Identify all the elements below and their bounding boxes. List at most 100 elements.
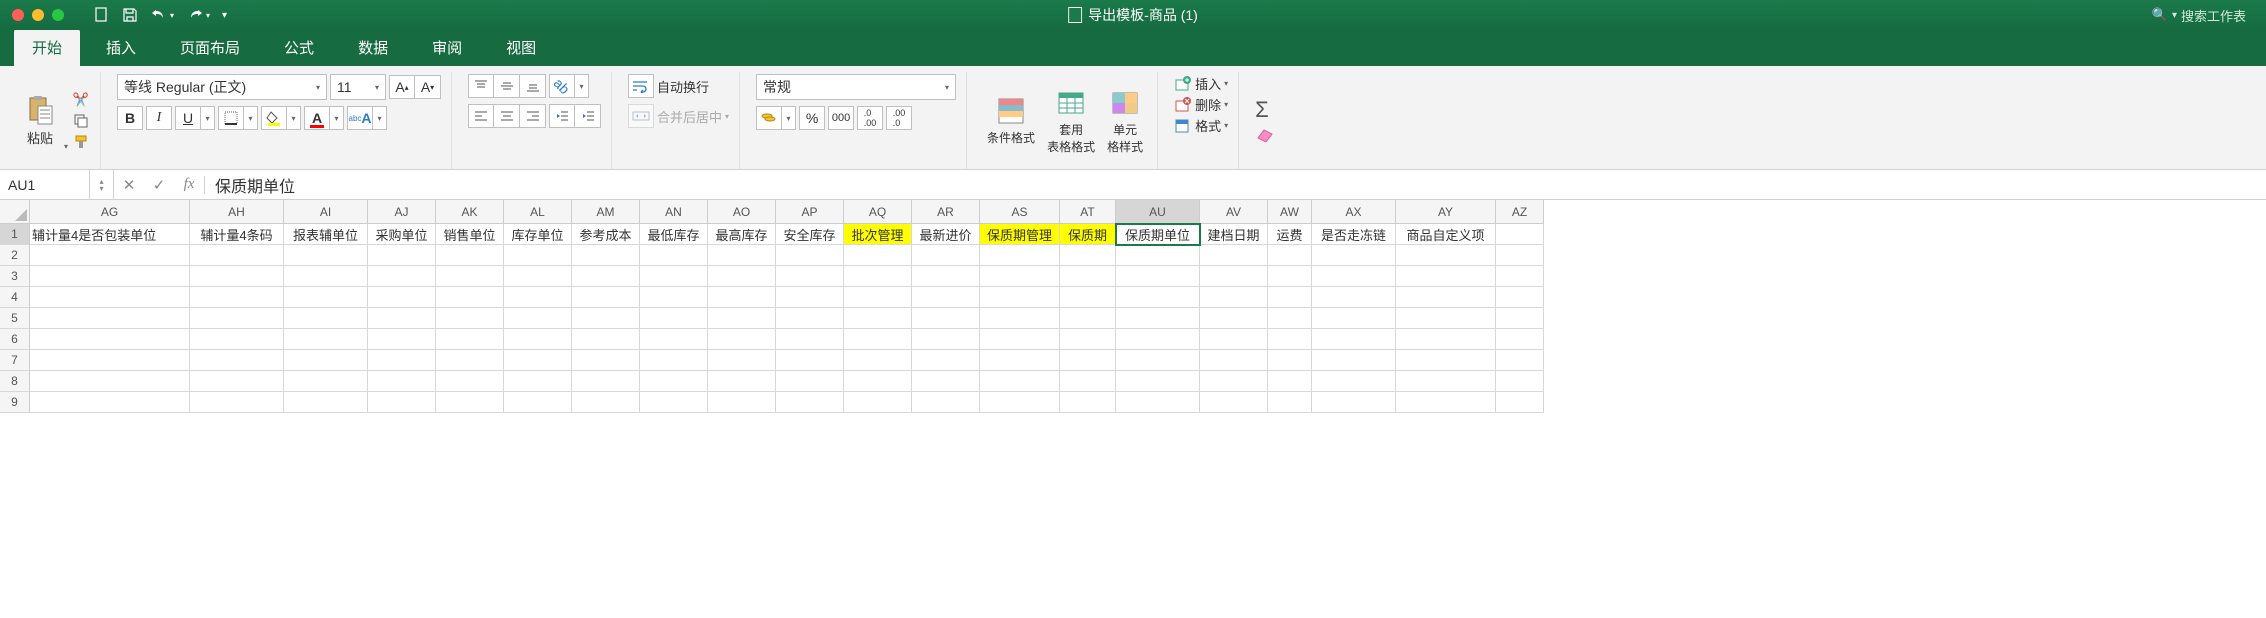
cell-AZ4[interactable] (1496, 287, 1544, 308)
cell-AN3[interactable] (640, 266, 708, 287)
cell-AL1[interactable]: 库存单位 (504, 224, 572, 245)
cell-AW4[interactable] (1268, 287, 1312, 308)
cell-AN2[interactable] (640, 245, 708, 266)
cell-AI5[interactable] (284, 308, 368, 329)
row-header-8[interactable]: 8 (0, 371, 30, 392)
cell-AW9[interactable] (1268, 392, 1312, 413)
row-header-2[interactable]: 2 (0, 245, 30, 266)
font-color-button[interactable]: A (304, 106, 330, 130)
cell-AZ8[interactable] (1496, 371, 1544, 392)
cell-AL7[interactable] (504, 350, 572, 371)
cell-AJ5[interactable] (368, 308, 436, 329)
cell-AS8[interactable] (980, 371, 1060, 392)
accept-formula-icon[interactable]: ✓ (144, 176, 174, 194)
column-header-AW[interactable]: AW (1268, 200, 1312, 224)
cell-AS7[interactable] (980, 350, 1060, 371)
cell-AP4[interactable] (776, 287, 844, 308)
bold-button[interactable]: B (117, 106, 143, 130)
cell-AK7[interactable] (436, 350, 504, 371)
cell-AM9[interactable] (572, 392, 640, 413)
cell-AS9[interactable] (980, 392, 1060, 413)
column-header-AG[interactable]: AG (30, 200, 190, 224)
cell-AI4[interactable] (284, 287, 368, 308)
row-header-6[interactable]: 6 (0, 329, 30, 350)
cell-AP3[interactable] (776, 266, 844, 287)
cell-AJ9[interactable] (368, 392, 436, 413)
search-sheet[interactable]: 🔍 ▾ 搜索工作表 (2152, 6, 2266, 25)
cell-AM1[interactable]: 参考成本 (572, 224, 640, 245)
column-header-AI[interactable]: AI (284, 200, 368, 224)
cell-AR5[interactable] (912, 308, 980, 329)
cell-AY8[interactable] (1396, 371, 1496, 392)
cell-AN7[interactable] (640, 350, 708, 371)
cell-AS4[interactable] (980, 287, 1060, 308)
cell-AV4[interactable] (1200, 287, 1268, 308)
orientation-button[interactable]: ab (549, 74, 575, 98)
cell-AQ8[interactable] (844, 371, 912, 392)
tab-data[interactable]: 数据 (340, 29, 406, 66)
cell-AW8[interactable] (1268, 371, 1312, 392)
cell-AL6[interactable] (504, 329, 572, 350)
cell-AU1[interactable]: 保质期单位 (1116, 224, 1200, 245)
column-header-AO[interactable]: AO (708, 200, 776, 224)
cell-AT2[interactable] (1060, 245, 1116, 266)
fill-color-dropdown[interactable]: ▾ (287, 106, 301, 130)
cell-AX8[interactable] (1312, 371, 1396, 392)
qat-customize-icon[interactable]: ▾ (222, 10, 227, 21)
cell-AO7[interactable] (708, 350, 776, 371)
comma-button[interactable]: 000 (828, 106, 854, 130)
cell-AN6[interactable] (640, 329, 708, 350)
currency-button[interactable] (756, 106, 782, 130)
formula-input[interactable]: 保质期单位 (205, 173, 2266, 197)
align-middle-icon[interactable] (494, 74, 520, 98)
cell-AT1[interactable]: 保质期 (1060, 224, 1116, 245)
tab-insert[interactable]: 插入 (88, 29, 154, 66)
cell-AI6[interactable] (284, 329, 368, 350)
fx-icon[interactable]: fx (174, 176, 204, 193)
autosum-icon[interactable]: Σ (1255, 97, 1275, 123)
cell-AU8[interactable] (1116, 371, 1200, 392)
tab-home[interactable]: 开始 (14, 29, 80, 66)
cell-AI7[interactable] (284, 350, 368, 371)
cell-AZ3[interactable] (1496, 266, 1544, 287)
cell-AX6[interactable] (1312, 329, 1396, 350)
cell-AY4[interactable] (1396, 287, 1496, 308)
cell-AM5[interactable] (572, 308, 640, 329)
row-header-5[interactable]: 5 (0, 308, 30, 329)
wrap-text-button[interactable]: 自动换行 (628, 74, 729, 98)
cell-AU5[interactable] (1116, 308, 1200, 329)
cell-AY2[interactable] (1396, 245, 1496, 266)
cell-AY6[interactable] (1396, 329, 1496, 350)
cell-AH1[interactable]: 辅计量4条码 (190, 224, 284, 245)
cell-AK8[interactable] (436, 371, 504, 392)
cell-AQ3[interactable] (844, 266, 912, 287)
format-cells-button[interactable]: 格式▾ (1174, 116, 1228, 135)
cut-icon[interactable]: ✂️ (72, 91, 90, 109)
column-header-AK[interactable]: AK (436, 200, 504, 224)
percent-button[interactable]: % (799, 106, 825, 130)
align-bottom-icon[interactable] (520, 74, 546, 98)
cell-AY5[interactable] (1396, 308, 1496, 329)
row-header-9[interactable]: 9 (0, 392, 30, 413)
cell-AG7[interactable] (30, 350, 190, 371)
cell-AM2[interactable] (572, 245, 640, 266)
zoom-window-button[interactable] (52, 9, 64, 21)
merge-center-button[interactable]: 合并后居中 ▾ (628, 104, 729, 128)
cell-AS6[interactable] (980, 329, 1060, 350)
column-header-AU[interactable]: AU (1116, 200, 1200, 224)
cell-AL8[interactable] (504, 371, 572, 392)
column-header-AH[interactable]: AH (190, 200, 284, 224)
cell-AK9[interactable] (436, 392, 504, 413)
increase-indent-icon[interactable] (575, 104, 601, 128)
cell-AO6[interactable] (708, 329, 776, 350)
align-left-icon[interactable] (468, 104, 494, 128)
tab-view[interactable]: 视图 (488, 29, 554, 66)
cell-AM7[interactable] (572, 350, 640, 371)
cell-AN8[interactable] (640, 371, 708, 392)
cell-AZ2[interactable] (1496, 245, 1544, 266)
cell-AL9[interactable] (504, 392, 572, 413)
cell-AZ5[interactable] (1496, 308, 1544, 329)
column-header-AM[interactable]: AM (572, 200, 640, 224)
cell-AT9[interactable] (1060, 392, 1116, 413)
cell-AQ7[interactable] (844, 350, 912, 371)
